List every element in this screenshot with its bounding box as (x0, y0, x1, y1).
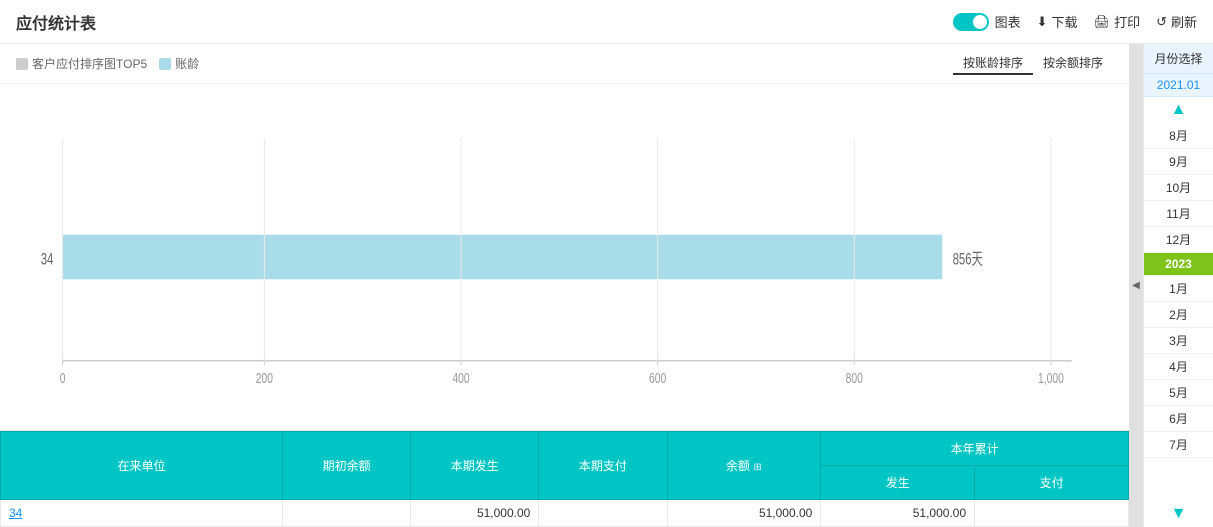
chart-header: 客户应付排序图TOP5 账龄 按账龄排序 按余额排序 (0, 44, 1129, 84)
chart-toggle-wrapper: 图表 (953, 12, 1021, 31)
table-cell-col4 (539, 500, 667, 527)
table-cell-col5: 51,000.00 (667, 500, 821, 527)
legend-top5: 客户应付排序图TOP5 (16, 55, 147, 72)
chevron-down-icon: ▼ (1171, 505, 1187, 523)
page-container: 应付统计表 图表 ⬇ 下载 🖨 打印 ↺ 刷新 (0, 0, 1213, 527)
download-button[interactable]: ⬇ 下载 (1037, 12, 1078, 31)
chart-sort-buttons: 按账龄排序 按余额排序 (953, 52, 1113, 75)
sidebar-nav-up-button[interactable]: ▲ (1144, 97, 1213, 123)
divider-arrow-icon: ◀ (1132, 280, 1140, 291)
chart-toggle[interactable] (953, 13, 989, 31)
table-cell-col6a: 51,000.00 (821, 500, 975, 527)
refresh-icon: ↺ (1156, 14, 1167, 30)
sidebar-month-item[interactable]: 5月 (1144, 380, 1213, 406)
sidebar-month-item[interactable]: 8月 (1144, 123, 1213, 149)
sidebar-divider[interactable]: ◀ (1129, 44, 1143, 527)
svg-text:34: 34 (41, 249, 54, 268)
table-cell-col3: 51,000.00 (411, 500, 539, 527)
data-table: 在来单位 期初余额 本期发生 本期支付 (0, 431, 1129, 527)
table-section: 在来单位 期初余额 本期发生 本期支付 (0, 430, 1129, 527)
th-opening-balance: 期初余额 (283, 432, 411, 500)
th-ytd-pay: 支付 (975, 466, 1129, 500)
header: 应付统计表 图表 ⬇ 下载 🖨 打印 ↺ 刷新 (0, 0, 1213, 44)
th-current-period-occur: 本期发生 (411, 432, 539, 500)
svg-text:800: 800 (846, 369, 863, 386)
sidebar-month-list: 8月9月10月11月12月20231月2月3月4月5月6月7月 (1144, 123, 1213, 501)
company-link[interactable]: 34 (9, 506, 22, 520)
main-content: 客户应付排序图TOP5 账龄 按账龄排序 按余额排序 34 (0, 44, 1213, 527)
chart-section: 客户应付排序图TOP5 账龄 按账龄排序 按余额排序 34 (0, 44, 1129, 527)
sidebar-month-item[interactable]: 2月 (1144, 302, 1213, 328)
th-ytd-occur: 发生 (821, 466, 975, 500)
sidebar-month-item[interactable]: 9月 (1144, 149, 1213, 175)
print-icon: 🖨 (1094, 14, 1111, 30)
sidebar-nav-down-button[interactable]: ▼ (1144, 501, 1213, 527)
legend-account: 账龄 (159, 55, 199, 72)
sidebar-current-year[interactable]: 2021.01 (1144, 74, 1213, 97)
sidebar-month-item[interactable]: 2023 (1144, 253, 1213, 276)
chart-legend: 客户应付排序图TOP5 账龄 (16, 55, 199, 72)
right-sidebar: 月份选择 2021.01 ▲ 8月9月10月11月12月20231月2月3月4月… (1143, 44, 1213, 527)
download-icon: ⬇ (1037, 14, 1048, 30)
download-label: 下载 (1052, 12, 1078, 31)
legend-top5-color (16, 58, 28, 70)
print-label: 打印 (1114, 12, 1140, 31)
print-button[interactable]: 🖨 打印 (1094, 12, 1141, 31)
legend-account-label: 账龄 (175, 55, 199, 72)
table-cell-col2 (283, 500, 411, 527)
sidebar-month-item[interactable]: 3月 (1144, 328, 1213, 354)
table-cell-company: 34 (1, 500, 283, 527)
chevron-up-icon: ▲ (1171, 101, 1187, 119)
chart-svg: 34 856天 0 200 (16, 94, 1113, 420)
sidebar-month-item[interactable]: 6月 (1144, 406, 1213, 432)
table-row: 3451,000.0051,000.0051,000.00 (1, 500, 1129, 527)
sidebar-month-item[interactable]: 1月 (1144, 276, 1213, 302)
sort-by-balance-button[interactable]: 按账龄排序 (953, 52, 1033, 75)
legend-account-color (159, 58, 171, 70)
th-ytd-group: 本年累计 (821, 432, 1129, 466)
svg-text:1,000: 1,000 (1038, 369, 1064, 386)
th-current-period-pay: 本期支付 (539, 432, 667, 500)
th-balance: 余额 ⊞ (667, 432, 821, 500)
svg-text:200: 200 (256, 369, 273, 386)
chart-toggle-label: 图表 (995, 12, 1021, 31)
page-title: 应付统计表 (16, 10, 96, 34)
svg-text:856天: 856天 (953, 249, 983, 268)
sidebar-month-item[interactable]: 10月 (1144, 175, 1213, 201)
sort-by-amount-button[interactable]: 按余额排序 (1033, 52, 1113, 75)
chart-body: 34 856天 0 200 (0, 84, 1129, 430)
svg-text:600: 600 (649, 369, 666, 386)
svg-text:400: 400 (452, 369, 469, 386)
sidebar-month-item[interactable]: 12月 (1144, 227, 1213, 253)
legend-top5-label: 客户应付排序图TOP5 (32, 55, 147, 72)
refresh-button[interactable]: ↺ 刷新 (1156, 12, 1197, 31)
sidebar-month-item[interactable]: 4月 (1144, 354, 1213, 380)
sidebar-month-select-label: 月份选择 (1144, 44, 1213, 74)
svg-text:0: 0 (60, 369, 66, 386)
th-company: 在来单位 (1, 432, 283, 500)
refresh-label: 刷新 (1171, 12, 1197, 31)
sidebar-month-item[interactable]: 7月 (1144, 432, 1213, 458)
header-actions: 图表 ⬇ 下载 🖨 打印 ↺ 刷新 (953, 12, 1197, 31)
sidebar-month-item[interactable]: 11月 (1144, 201, 1213, 227)
table-cell-col6b (975, 500, 1129, 527)
